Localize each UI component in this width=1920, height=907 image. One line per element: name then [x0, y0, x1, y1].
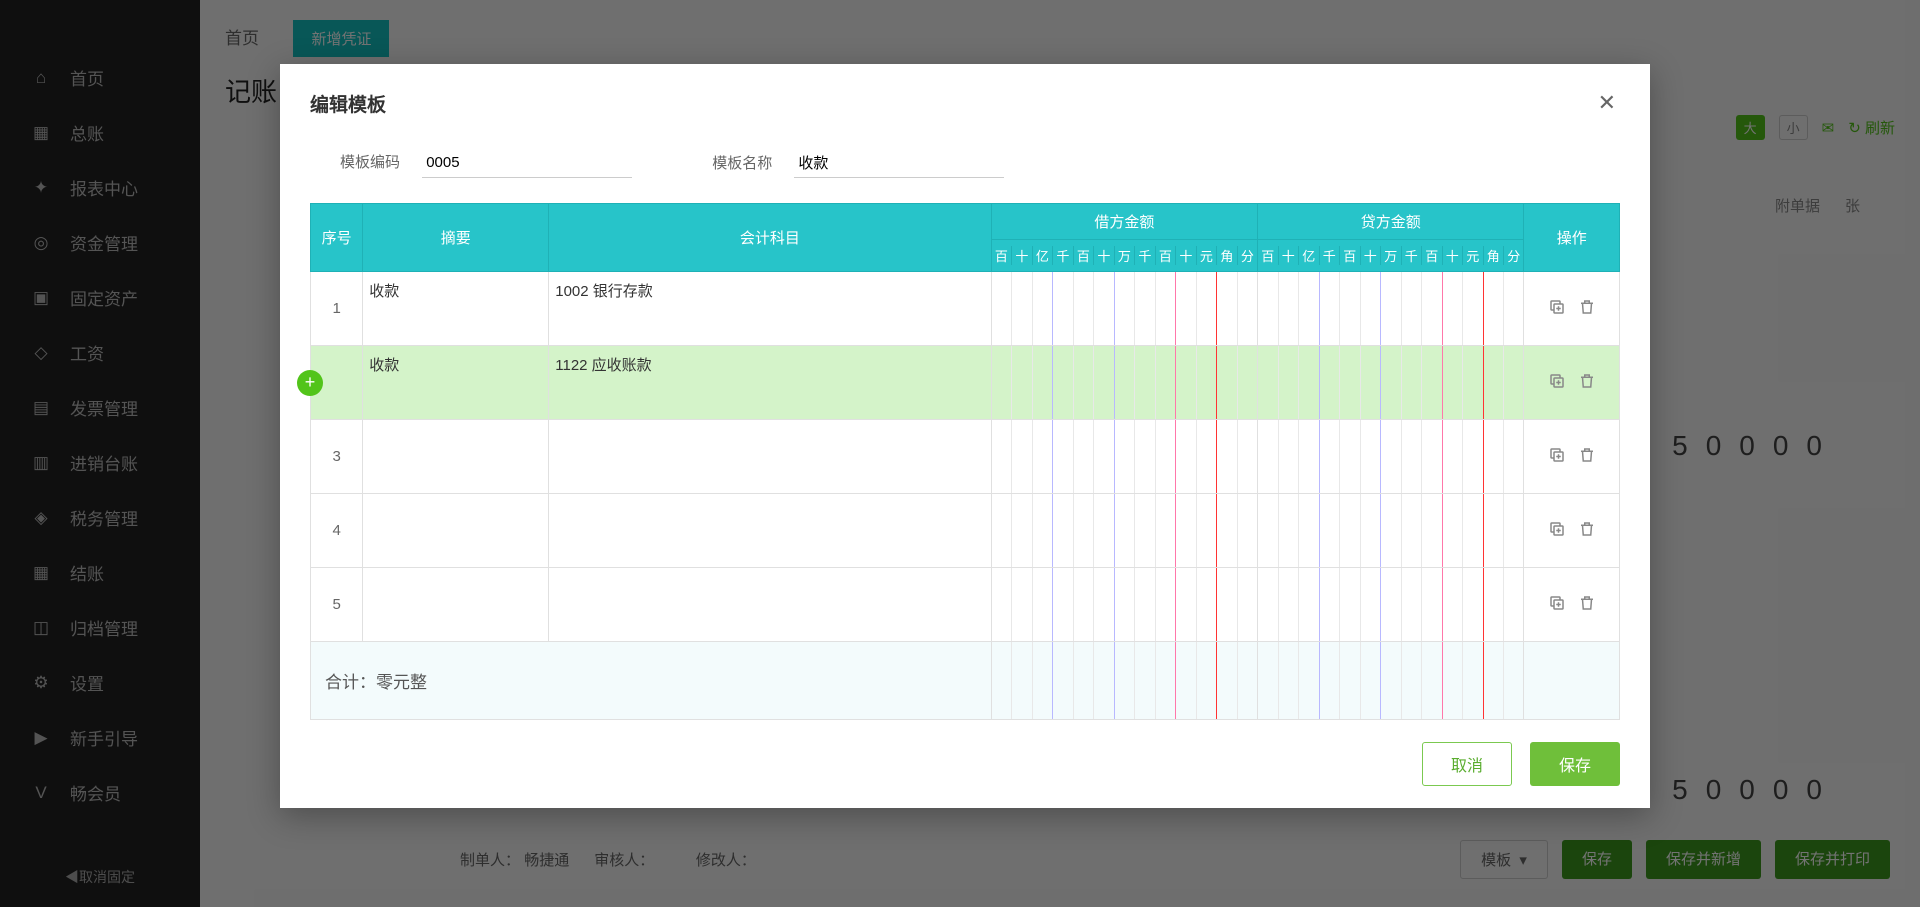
name-label: 模板名称: [712, 155, 772, 172]
col-account: 会计科目: [549, 204, 991, 272]
row-ops: [1524, 494, 1620, 568]
template-table: 序号 摘要 会计科目 借方金额 贷方金额 操作 百十亿千百十万千百十元角分 百十…: [310, 203, 1620, 720]
template-code-input[interactable]: [422, 148, 632, 178]
row-idx: 1: [311, 272, 363, 346]
col-credit: 贷方金额: [1258, 204, 1524, 240]
row-ops: [1524, 272, 1620, 346]
table-row[interactable]: 5: [311, 568, 1620, 642]
row-summary[interactable]: [363, 420, 549, 494]
row-account[interactable]: 1002 银行存款: [549, 272, 991, 346]
edit-template-dialog: 编辑模板 ✕ 模板编码 模板名称 序号 摘要 会计科目 借方金额 贷方金额 操作…: [280, 64, 1650, 808]
row-idx: 3: [311, 420, 363, 494]
dialog-close-button[interactable]: ✕: [1594, 86, 1620, 120]
row-idx: 4: [311, 494, 363, 568]
col-summary: 摘要: [363, 204, 549, 272]
template-name-field: 模板名称: [712, 148, 1004, 178]
copy-row-icon[interactable]: [1548, 594, 1566, 612]
table-row[interactable]: 4: [311, 494, 1620, 568]
delete-row-icon[interactable]: [1578, 372, 1596, 390]
row-ops: [1524, 568, 1620, 642]
copy-row-icon[interactable]: [1548, 372, 1566, 390]
table-row[interactable]: +收款1122 应收账款: [311, 346, 1620, 420]
total-ops: [1524, 642, 1620, 720]
row-summary[interactable]: [363, 568, 549, 642]
template-name-input[interactable]: [794, 148, 1004, 178]
save-button[interactable]: 保存: [1530, 742, 1620, 786]
row-summary[interactable]: [363, 494, 549, 568]
row-account[interactable]: 1122 应收账款: [549, 346, 991, 420]
col-idx: 序号: [311, 204, 363, 272]
row-credit[interactable]: [1258, 420, 1524, 494]
copy-row-icon[interactable]: [1548, 520, 1566, 538]
row-debit[interactable]: [991, 568, 1257, 642]
copy-row-icon[interactable]: [1548, 446, 1566, 464]
row-credit[interactable]: [1258, 346, 1524, 420]
total-debit: [991, 642, 1257, 720]
debit-digits: 百十亿千百十万千百十元角分: [991, 240, 1257, 272]
row-debit[interactable]: [991, 272, 1257, 346]
table-row[interactable]: 1收款1002 银行存款: [311, 272, 1620, 346]
col-debit: 借方金额: [991, 204, 1257, 240]
row-debit[interactable]: [991, 420, 1257, 494]
row-debit[interactable]: [991, 494, 1257, 568]
add-row-button[interactable]: +: [297, 370, 323, 396]
row-ops: [1524, 420, 1620, 494]
row-summary[interactable]: 收款: [363, 272, 549, 346]
delete-row-icon[interactable]: [1578, 298, 1596, 316]
row-account[interactable]: [549, 568, 991, 642]
total-cell: 合计：零元整: [311, 642, 992, 720]
delete-row-icon[interactable]: [1578, 594, 1596, 612]
row-idx: +: [311, 346, 363, 420]
row-debit[interactable]: [991, 346, 1257, 420]
row-account[interactable]: [549, 420, 991, 494]
dialog-title: 编辑模板: [310, 90, 386, 117]
cancel-button[interactable]: 取消: [1422, 742, 1512, 786]
total-row: 合计：零元整: [311, 642, 1620, 720]
table-row[interactable]: 3: [311, 420, 1620, 494]
row-credit[interactable]: [1258, 272, 1524, 346]
code-label: 模板编码: [340, 154, 400, 171]
template-code-field: 模板编码: [340, 148, 632, 178]
row-credit[interactable]: [1258, 568, 1524, 642]
row-idx: 5: [311, 568, 363, 642]
delete-row-icon[interactable]: [1578, 520, 1596, 538]
col-ops: 操作: [1524, 204, 1620, 272]
row-account[interactable]: [549, 494, 991, 568]
row-ops: [1524, 346, 1620, 420]
credit-digits: 百十亿千百十万千百十元角分: [1258, 240, 1524, 272]
row-summary[interactable]: 收款: [363, 346, 549, 420]
copy-row-icon[interactable]: [1548, 298, 1566, 316]
total-credit: [1258, 642, 1524, 720]
row-credit[interactable]: [1258, 494, 1524, 568]
delete-row-icon[interactable]: [1578, 446, 1596, 464]
